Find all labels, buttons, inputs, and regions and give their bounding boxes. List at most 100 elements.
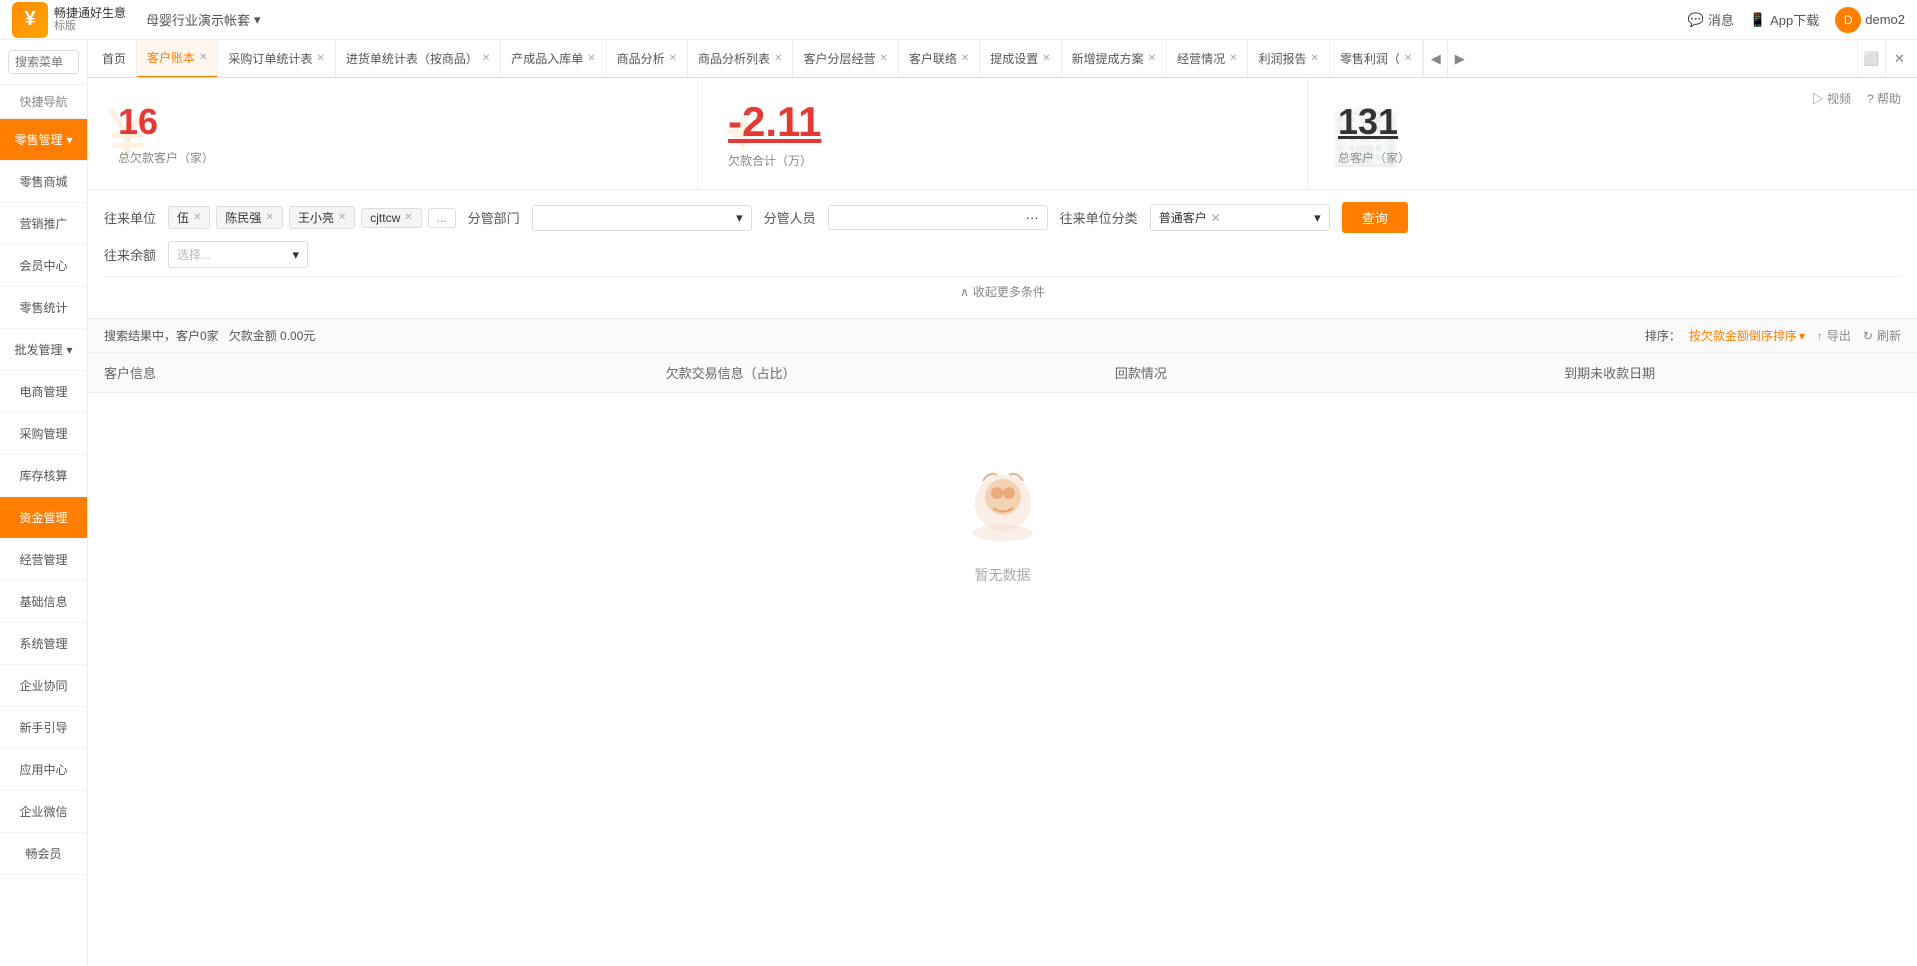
close-icon-tab7[interactable]: ✕ [879,53,887,64]
stat-total-label: 总客户（家） [1338,149,1887,166]
sidebar-item-capital[interactable]: 资金管理 [0,497,87,539]
col-header-repay: 回款情况 [1115,363,1564,382]
store-selector[interactable]: 母婴行业演示帐套 ▾ [146,10,261,29]
cat-label: 往来单位分类 [1060,208,1138,227]
tab-customer-layer[interactable]: 客户分层经营 ✕ [793,40,898,78]
video-btn[interactable]: ▷ 视频 [1812,90,1851,107]
close-icon-tab3[interactable]: ✕ [482,53,490,64]
sidebar-item-retail-shop[interactable]: 零售商城 [0,161,87,203]
tab-commission-settings[interactable]: 提成设置 ✕ [980,40,1061,78]
logo-icon: ¥ [12,2,48,38]
logo: ¥ 畅捷通好生意 标版 [12,2,126,38]
dept-label: 分管部门 [468,208,520,227]
chevron-down-icon-4: ▾ [292,247,299,263]
sidebar-item-ecommerce[interactable]: 电商管理 [0,371,87,413]
sidebar-item-weixin[interactable]: 企业微信 [0,791,87,833]
search-input[interactable] [8,50,79,74]
filter-tags: 伍 ✕ 陈民强 ✕ 王小亮 ✕ [168,206,456,229]
tab-customer-contact[interactable]: 客户联络 ✕ [899,40,980,78]
filter-row-1: 往来单位 伍 ✕ 陈民强 ✕ 王小亮 [104,202,1901,233]
stat-debt-label: 欠款合计（万） [728,152,1277,169]
close-icon-tab9[interactable]: ✕ [1042,53,1050,64]
export-btn[interactable]: ↑ 导出 [1817,327,1851,344]
help-btn[interactable]: ? 帮助 [1867,90,1901,107]
tab-purchase-order[interactable]: 采购订单统计表 ✕ [218,40,335,78]
close-icon-tab11[interactable]: ✕ [1229,53,1237,64]
close-icon-tab12[interactable]: ✕ [1311,53,1319,64]
close-icon-tab6[interactable]: ✕ [774,53,782,64]
sort-btn[interactable]: 按欠款金额倒序排序 ▾ [1689,327,1805,344]
refresh-icon: ↻ [1863,329,1873,343]
top-bar: ¥ 畅捷通好生意 标版 母婴行业演示帐套 ▾ 💬 消息 📱 App下载 D de… [0,0,1917,40]
tab-restore-btn[interactable]: ⬜ [1857,40,1885,78]
tab-close-all-btn[interactable]: ✕ [1885,40,1913,78]
close-icon-tab5[interactable]: ✕ [669,53,677,64]
tab-new-commission[interactable]: 新增提成方案 ✕ [1062,40,1167,78]
tab-scroll-left[interactable]: ◀ [1423,40,1447,78]
filter-area: 往来单位 伍 ✕ 陈民强 ✕ 王小亮 [88,190,1917,319]
remove-cat[interactable]: ✕ [1211,211,1221,225]
tab-scroll-right[interactable]: ▶ [1447,40,1471,78]
sidebar-item-wholesale[interactable]: 批发管理 ▾ [0,329,87,371]
sidebar-quick-nav[interactable]: 快捷导航 [0,85,87,119]
filter-tag-3: cjttcw ✕ [361,208,421,228]
tab-goods-analysis[interactable]: 商品分析 ✕ [607,40,688,78]
tab-profit-report[interactable]: 利润报告 ✕ [1248,40,1329,78]
top-bar-right: 💬 消息 📱 App下载 D demo2 [1688,7,1905,33]
close-icon-tab2[interactable]: ✕ [316,53,324,64]
export-icon: ↑ [1817,329,1823,343]
filter-tag-0: 伍 ✕ [168,206,210,229]
refresh-btn[interactable]: ↻ 刷新 [1863,327,1901,344]
sidebar-item-basics[interactable]: 基础信息 [0,581,87,623]
sidebar: 快捷导航 零售管理 ▾ 零售商城 营销推广 会员中心 零售统计 批发管理 ▾ 电… [0,40,88,966]
remove-tag-0[interactable]: ✕ [193,212,201,223]
close-icon-tab13[interactable]: ✕ [1404,53,1412,64]
sidebar-item-purchase[interactable]: 采购管理 [0,413,87,455]
sidebar-item-member[interactable]: 会员中心 [0,245,87,287]
cat-select[interactable]: 普通客户 ✕ ▾ [1150,204,1330,231]
sidebar-item-app-center[interactable]: 应用中心 [0,749,87,791]
sidebar-item-guide[interactable]: 新手引导 [0,707,87,749]
tab-customer-ledger[interactable]: 客户账本 ✕ [137,40,218,78]
sidebar-item-marketing[interactable]: 营销推广 [0,203,87,245]
remove-tag-1[interactable]: ✕ [265,212,273,223]
arrow-icon-wholesale: ▾ [66,343,72,357]
sidebar-item-system[interactable]: 系统管理 [0,623,87,665]
close-icon-tab4[interactable]: ✕ [587,53,595,64]
stat-total-value: 131 [1338,101,1887,143]
tab-home[interactable]: 首页 [92,40,137,78]
dept-select[interactable]: ▾ [532,205,752,231]
stat-customers-label: 总欠款客户（家） [118,149,667,166]
sidebar-item-collab[interactable]: 企业协同 [0,665,87,707]
balance-select[interactable]: 选择... ▾ [168,241,308,268]
close-icon-tab8[interactable]: ✕ [961,53,969,64]
sidebar-search-area [0,40,87,85]
tab-goods-analysis-list[interactable]: 商品分析列表 ✕ [688,40,793,78]
query-button[interactable]: 查询 [1342,202,1408,233]
close-icon-tab1[interactable]: ✕ [199,52,207,63]
sidebar-item-operations[interactable]: 经营管理 [0,539,87,581]
remove-tag-2[interactable]: ✕ [338,212,346,223]
user-avatar[interactable]: D demo2 [1835,7,1905,33]
tab-retail-profit[interactable]: 零售利润（ ✕ [1330,40,1423,78]
sidebar-item-inventory[interactable]: 库存核算 [0,455,87,497]
tab-goods-stats[interactable]: 进货单统计表（按商品） ✕ [336,40,501,78]
avatar: D [1835,7,1861,33]
sidebar-item-member2[interactable]: 畅会员 [0,833,87,875]
arrow-icon: ▾ [66,133,72,147]
person-select[interactable]: ··· [828,205,1048,230]
results-bar: 搜索结果中，客户0家 欠款金额 0.00元 排序： 按欠款金额倒序排序 ▾ [88,319,1917,353]
close-icon-tab10[interactable]: ✕ [1148,53,1156,64]
message-btn[interactable]: 💬 消息 [1688,10,1734,29]
collapse-bar[interactable]: ∧ 收起更多条件 [104,276,1901,306]
remove-tag-3[interactable]: ✕ [404,212,412,223]
chevron-down-icon: ▾ [736,210,743,226]
tab-product-in[interactable]: 产成品入库单 ✕ [501,40,606,78]
filter-more-tags[interactable]: ... [428,208,456,228]
sidebar-item-retail-stats[interactable]: 零售统计 [0,287,87,329]
col-header-info: 客户信息 [104,363,666,382]
sidebar-item-retail-mgmt[interactable]: 零售管理 ▾ [0,119,87,161]
empty-label: 暂无数据 [975,565,1031,585]
app-download-btn[interactable]: 📱 App下载 [1750,10,1819,29]
tab-operations[interactable]: 经营情况 ✕ [1167,40,1248,78]
